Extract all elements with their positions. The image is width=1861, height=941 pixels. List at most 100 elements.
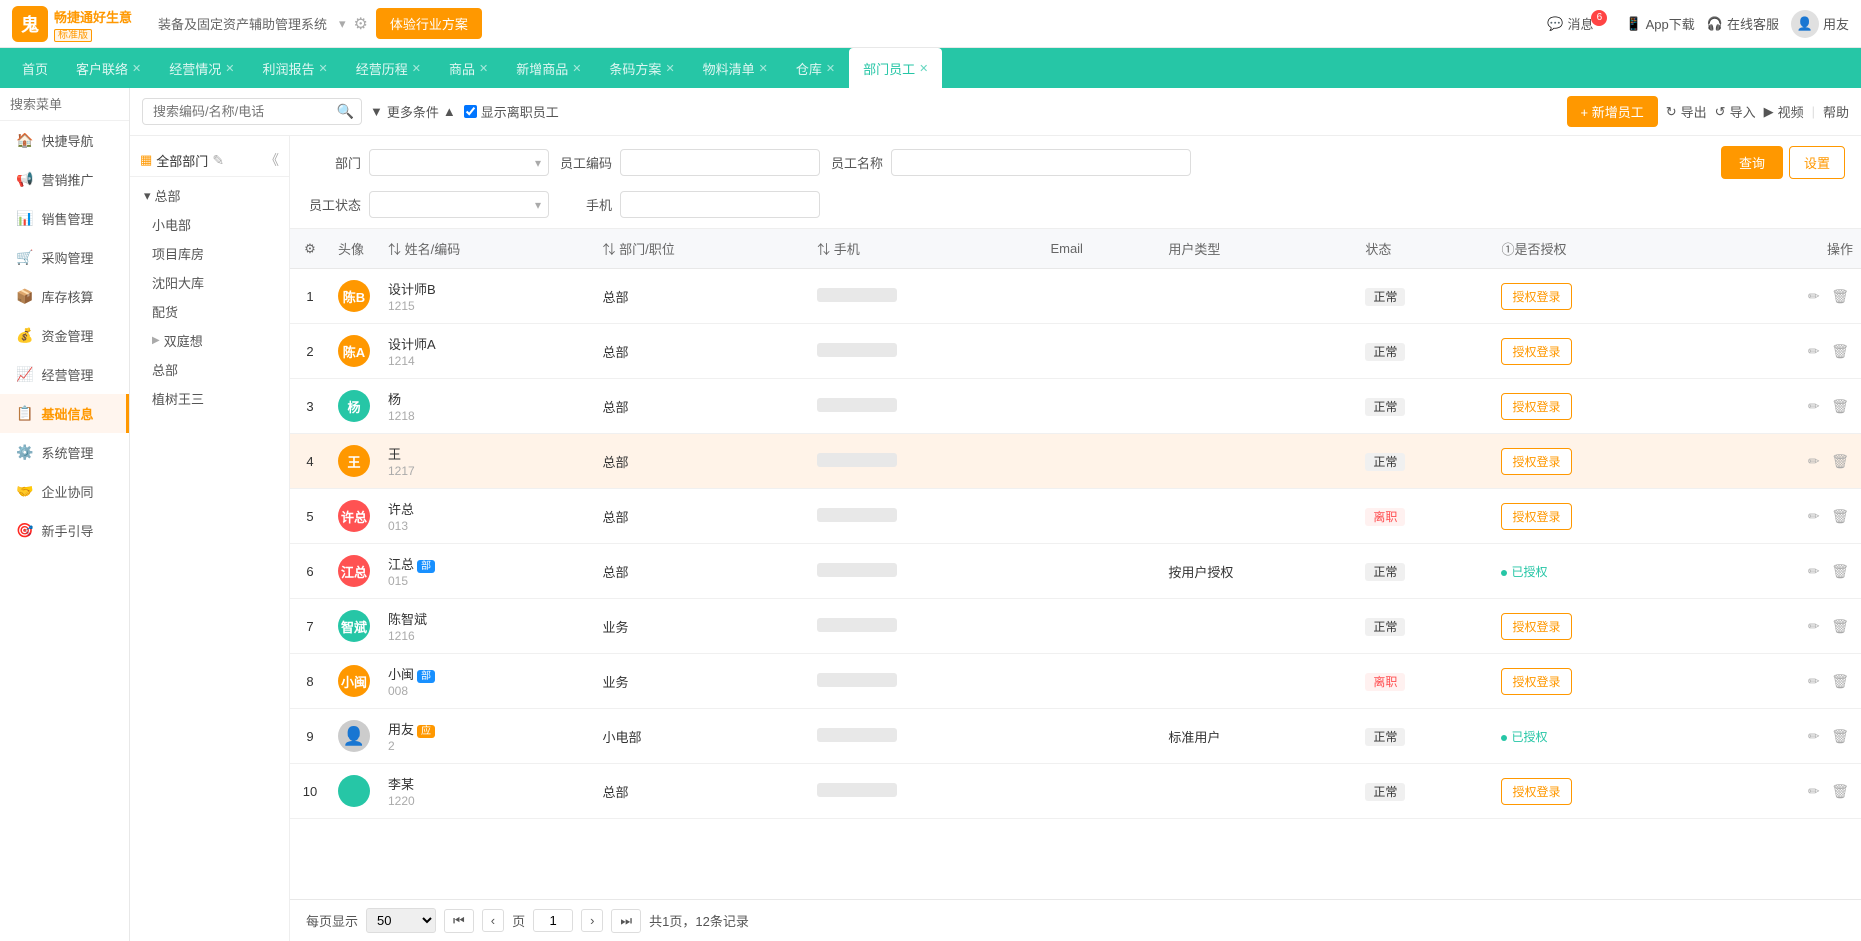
col-settings-icon[interactable]: ⚙ <box>304 241 316 256</box>
nav-tab-profit-close[interactable]: ✕ <box>319 62 328 75</box>
filter-dept-select[interactable] <box>369 149 549 176</box>
nav-tab-warehouse[interactable]: 仓库 ✕ <box>782 48 849 88</box>
nav-tab-employee[interactable]: 部门员工 ✕ <box>849 48 942 88</box>
nav-tab-profit[interactable]: 利润报告 ✕ <box>248 48 341 88</box>
trial-button[interactable]: 体验行业方案 <box>376 8 482 39</box>
nav-tab-operations[interactable]: 经营情况 ✕ <box>155 48 248 88</box>
edit-button[interactable]: ✏ <box>1804 781 1824 802</box>
nav-tab-history[interactable]: 经营历程 ✕ <box>342 48 435 88</box>
edit-button[interactable]: ✏ <box>1804 561 1824 582</box>
import-button[interactable]: ↺ 导入 <box>1715 102 1756 121</box>
tree-item-zongbu[interactable]: 总部 <box>138 355 289 384</box>
nav-tab-operations-close[interactable]: ✕ <box>225 62 234 75</box>
sidebar-search[interactable]: 🔍 <box>0 88 129 121</box>
delete-button[interactable]: 🗑 <box>1827 286 1853 307</box>
nav-tab-new-goods[interactable]: 新增商品 ✕ <box>502 48 595 88</box>
app-download-btn[interactable]: 📱 App下载 <box>1625 14 1694 33</box>
delete-button[interactable]: 🗑 <box>1827 616 1853 637</box>
export-button[interactable]: ↻ 导出 <box>1666 102 1707 121</box>
filter-status-select[interactable] <box>369 191 549 218</box>
nav-tab-bom-close[interactable]: ✕ <box>759 62 768 75</box>
dropdown-arrow[interactable]: ▾ <box>339 16 346 32</box>
query-button[interactable]: 查询 <box>1721 146 1783 179</box>
nav-tab-warehouse-close[interactable]: ✕ <box>826 62 835 75</box>
sidebar-item-operations[interactable]: 📈 经营管理 <box>0 355 129 394</box>
add-employee-button[interactable]: + 新增员工 <box>1567 96 1658 127</box>
tree-item-small-elec[interactable]: 小电部 <box>138 210 289 239</box>
auth-button[interactable]: 授权登录 <box>1501 668 1571 695</box>
nav-tab-goods-close[interactable]: ✕ <box>479 62 488 75</box>
tree-item-distribution[interactable]: 配货 <box>138 297 289 326</box>
last-page-btn[interactable]: ⏭ <box>611 909 641 933</box>
page-input[interactable] <box>533 909 573 932</box>
nav-tab-goods[interactable]: 商品 ✕ <box>435 48 502 88</box>
show-resigned-input[interactable] <box>464 105 477 118</box>
edit-button[interactable]: ✏ <box>1804 506 1824 527</box>
delete-button[interactable]: 🗑 <box>1827 506 1853 527</box>
delete-button[interactable]: 🗑 <box>1827 396 1853 417</box>
nav-tab-customer-close[interactable]: ✕ <box>132 62 141 75</box>
nav-tab-customer[interactable]: 客户联络 ✕ <box>62 48 155 88</box>
search-input[interactable] <box>142 98 362 125</box>
auth-button[interactable]: 授权登录 <box>1501 448 1571 475</box>
auth-button[interactable]: 授权登录 <box>1501 503 1571 530</box>
edit-button[interactable]: ✏ <box>1804 286 1824 307</box>
edit-button[interactable]: ✏ <box>1804 451 1824 472</box>
sidebar-item-guide[interactable]: 🎯 新手引导 <box>0 511 129 550</box>
nav-tab-history-close[interactable]: ✕ <box>412 62 421 75</box>
sidebar-item-finance[interactable]: 💰 资金管理 <box>0 316 129 355</box>
sidebar-item-marketing[interactable]: 📢 营销推广 <box>0 160 129 199</box>
show-resigned-checkbox[interactable]: 显示离职员工 <box>464 102 559 121</box>
sidebar-item-quicknav[interactable]: 🏠 快捷导航 <box>0 121 129 160</box>
nav-tab-barcode-close[interactable]: ✕ <box>665 62 674 75</box>
tree-item-zhushu[interactable]: 植树王三 <box>138 384 289 413</box>
delete-button[interactable]: 🗑 <box>1827 726 1853 747</box>
sidebar-item-enterprise[interactable]: 🤝 企业协同 <box>0 472 129 511</box>
auth-button[interactable]: 授权登录 <box>1501 613 1571 640</box>
settings-icon[interactable]: ⚙ <box>354 14 368 34</box>
more-filter-button[interactable]: ▼ 更多条件 ▲ <box>370 102 456 121</box>
sidebar-item-system[interactable]: ⚙️ 系统管理 <box>0 433 129 472</box>
all-dept-label[interactable]: 全部部门 <box>156 151 208 170</box>
sidebar-item-sales[interactable]: 📊 销售管理 <box>0 199 129 238</box>
edit-button[interactable]: ✏ <box>1804 671 1824 692</box>
message-btn[interactable]: 💬 消息 6 <box>1547 14 1613 33</box>
filter-phone-input[interactable] <box>620 191 820 218</box>
auth-button[interactable]: 授权登录 <box>1501 778 1571 805</box>
tree-item-general[interactable]: ▾ 总部 <box>130 181 289 210</box>
nav-tab-barcode[interactable]: 条码方案 ✕ <box>595 48 688 88</box>
first-page-btn[interactable]: ⏮ <box>444 909 474 933</box>
sidebar-item-purchase[interactable]: 🛒 采购管理 <box>0 238 129 277</box>
auth-button[interactable]: 授权登录 <box>1501 393 1571 420</box>
user-btn[interactable]: 👤 用友 <box>1791 10 1849 38</box>
auth-button[interactable]: 授权登录 <box>1501 338 1571 365</box>
tree-item-shuangtingxiang[interactable]: ▶ 双庭想 <box>138 326 289 355</box>
dept-edit-icon[interactable]: ✎ <box>212 152 224 169</box>
nav-tab-new-goods-close[interactable]: ✕ <box>572 62 581 75</box>
prev-page-btn[interactable]: ‹ <box>482 909 504 932</box>
nav-tab-employee-close[interactable]: ✕ <box>919 62 928 75</box>
delete-button[interactable]: 🗑 <box>1827 781 1853 802</box>
sidebar-search-input[interactable] <box>10 97 130 112</box>
edit-button[interactable]: ✏ <box>1804 341 1824 362</box>
tree-item-project[interactable]: 项目库房 <box>138 239 289 268</box>
tree-item-shenyang[interactable]: 沈阳大库 <box>138 268 289 297</box>
edit-button[interactable]: ✏ <box>1804 726 1824 747</box>
auth-button[interactable]: 授权登录 <box>1501 283 1571 310</box>
delete-button[interactable]: 🗑 <box>1827 671 1853 692</box>
delete-button[interactable]: 🗑 <box>1827 561 1853 582</box>
edit-button[interactable]: ✏ <box>1804 396 1824 417</box>
view-button[interactable]: ▶ 视频 <box>1764 102 1804 121</box>
set-button[interactable]: 设置 <box>1789 146 1845 179</box>
filter-emp-code-input[interactable] <box>620 149 820 176</box>
nav-tab-bom[interactable]: 物料清单 ✕ <box>689 48 782 88</box>
delete-button[interactable]: 🗑 <box>1827 451 1853 472</box>
online-service-btn[interactable]: 🎧 在线客服 <box>1707 14 1779 33</box>
delete-button[interactable]: 🗑 <box>1827 341 1853 362</box>
nav-tab-home[interactable]: 首页 <box>8 48 62 88</box>
help-button[interactable]: 帮助 <box>1823 102 1849 121</box>
next-page-btn[interactable]: › <box>581 909 603 932</box>
per-page-select[interactable]: 50 100 <box>366 908 436 933</box>
sidebar-item-inventory[interactable]: 📦 库存核算 <box>0 277 129 316</box>
filter-emp-name-input[interactable] <box>891 149 1191 176</box>
